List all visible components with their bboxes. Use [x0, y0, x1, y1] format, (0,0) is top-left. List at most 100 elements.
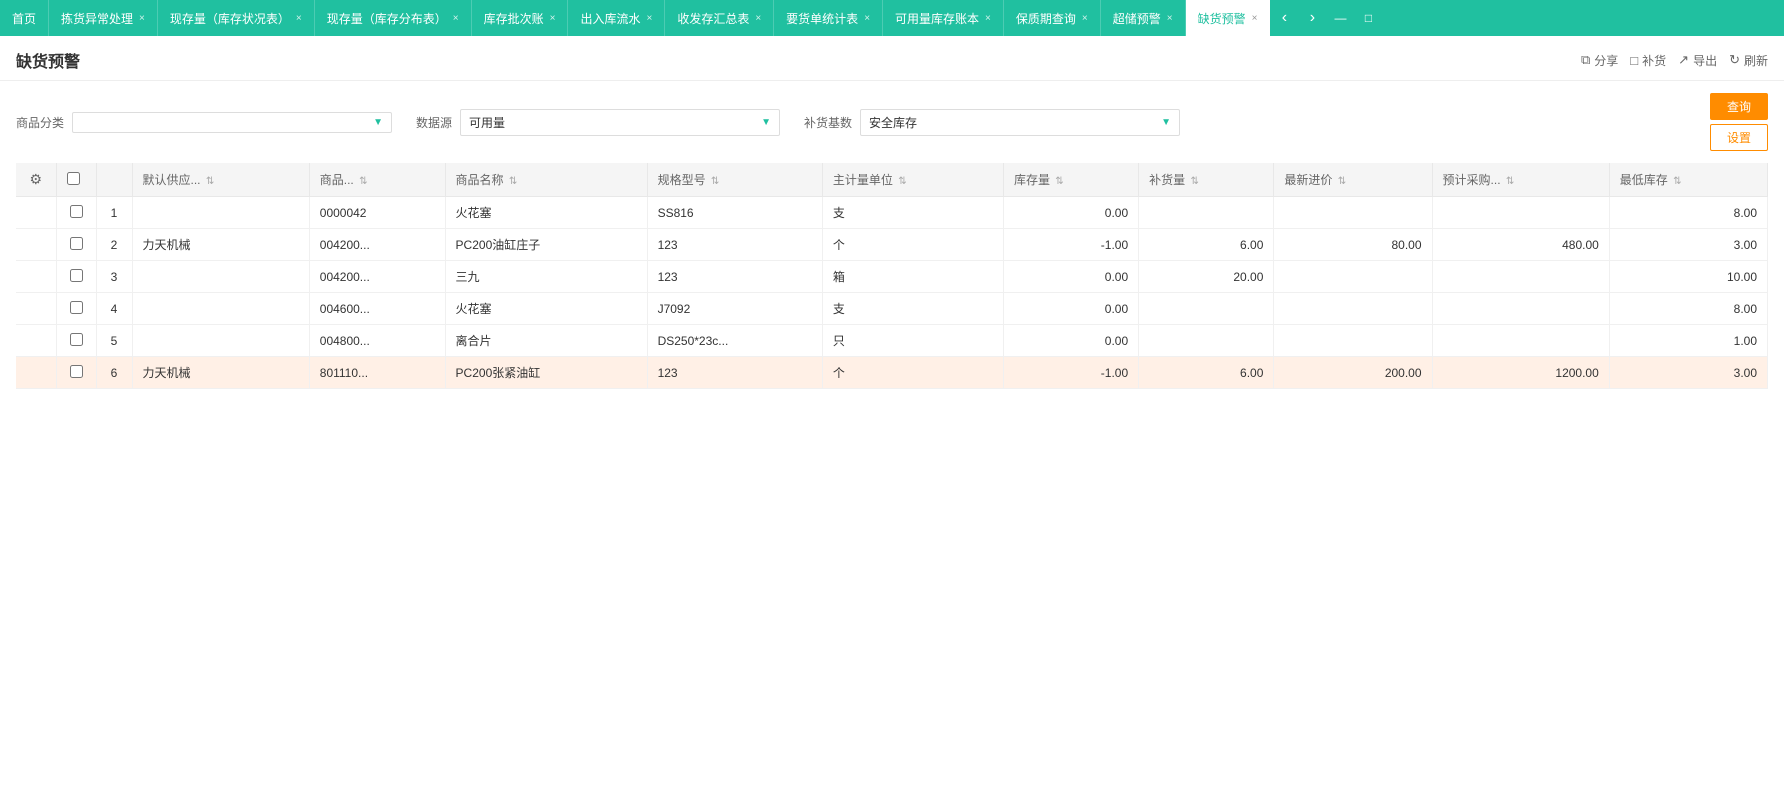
tab-shortage[interactable]: 缺货预警 ×	[1186, 0, 1271, 36]
row-check-1[interactable]	[56, 229, 96, 261]
row-checkbox-2[interactable]	[70, 269, 83, 282]
row-settings-5	[16, 357, 56, 389]
settings-button[interactable]: 设置	[1710, 124, 1768, 151]
row-supplier-0	[132, 197, 309, 229]
row-est-purchase-0	[1432, 197, 1609, 229]
row-latest-price-0	[1274, 197, 1432, 229]
row-name-0: 火花塞	[445, 197, 647, 229]
row-spec-5: 123	[647, 357, 822, 389]
tab-batch-account[interactable]: 库存批次账 ×	[472, 0, 569, 36]
row-unit-3: 支	[822, 293, 1003, 325]
name-sort-icon: ⇅	[509, 176, 517, 187]
close-exception-tab[interactable]: ×	[139, 13, 145, 24]
select-all-checkbox[interactable]	[67, 172, 80, 185]
close-batch-account-tab[interactable]: ×	[550, 13, 556, 24]
row-checkbox-5[interactable]	[70, 365, 83, 378]
row-stock-5: -1.00	[1003, 357, 1138, 389]
row-check-3[interactable]	[56, 293, 96, 325]
refresh-btn[interactable]: ↻ 刷新	[1729, 52, 1768, 69]
share-btn[interactable]: ⧉ 分享	[1581, 52, 1618, 69]
row-replenish-2: 20.00	[1139, 261, 1274, 293]
row-code-4: 004800...	[309, 325, 445, 357]
col-latest-price[interactable]: 最新进价 ⇅	[1274, 163, 1432, 197]
row-min-stock-4: 1.00	[1609, 325, 1767, 357]
tab-next-btn[interactable]: ›	[1298, 0, 1326, 36]
row-checkbox-4[interactable]	[70, 333, 83, 346]
tab-receive-summary[interactable]: 收发存汇总表 ×	[665, 0, 774, 36]
close-shortage-tab[interactable]: ×	[1252, 13, 1258, 24]
row-check-0[interactable]	[56, 197, 96, 229]
replenish-base-select[interactable]: 安全库存 ▼	[860, 109, 1180, 136]
row-replenish-3	[1139, 293, 1274, 325]
row-code-2: 004200...	[309, 261, 445, 293]
close-inventory-dist-tab[interactable]: ×	[453, 13, 459, 24]
query-button[interactable]: 查询	[1710, 93, 1768, 120]
datasource-select[interactable]: 可用量 ▼	[460, 109, 780, 136]
row-num-0: 1	[96, 197, 132, 229]
latest-price-sort-icon: ⇅	[1338, 176, 1346, 187]
datasource-arrow-icon: ▼	[761, 117, 771, 128]
window-minimize-btn[interactable]: —	[1326, 0, 1354, 36]
close-receive-summary-tab[interactable]: ×	[755, 13, 761, 24]
tab-inventory-status[interactable]: 现存量（库存状况表） ×	[158, 0, 315, 36]
row-supplier-4	[132, 325, 309, 357]
close-available-ledger-tab[interactable]: ×	[985, 13, 991, 24]
refresh-icon: ↻	[1729, 52, 1740, 68]
row-code-0: 0000042	[309, 197, 445, 229]
row-check-4[interactable]	[56, 325, 96, 357]
col-replenish[interactable]: 补货量 ⇅	[1139, 163, 1274, 197]
tab-requisition-stats[interactable]: 要货单统计表 ×	[774, 0, 883, 36]
gear-icon[interactable]: ⚙	[29, 171, 42, 188]
tab-home[interactable]: 首页	[0, 0, 49, 36]
row-est-purchase-3	[1432, 293, 1609, 325]
row-min-stock-2: 10.00	[1609, 261, 1767, 293]
row-checkbox-3[interactable]	[70, 301, 83, 314]
tab-available-ledger[interactable]: 可用量库存账本 ×	[883, 0, 1004, 36]
row-stock-3: 0.00	[1003, 293, 1138, 325]
col-spec[interactable]: 规格型号 ⇅	[647, 163, 822, 197]
row-checkbox-1[interactable]	[70, 237, 83, 250]
row-num-3: 4	[96, 293, 132, 325]
replenish-btn[interactable]: □ 补货	[1630, 52, 1666, 69]
export-btn[interactable]: ↗ 导出	[1678, 52, 1717, 69]
table-row: 6 力天机械 801110... PC200张紧油缸 123 个 -1.00 6…	[16, 357, 1768, 389]
close-expiry-query-tab[interactable]: ×	[1082, 13, 1088, 24]
col-est-purchase[interactable]: 预计采购... ⇅	[1432, 163, 1609, 197]
tab-exception[interactable]: 拣货异常处理 ×	[49, 0, 158, 36]
col-code[interactable]: 商品... ⇅	[309, 163, 445, 197]
page-title: 缺货预警	[16, 48, 80, 72]
row-supplier-1: 力天机械	[132, 229, 309, 261]
col-settings[interactable]: ⚙	[16, 163, 56, 197]
window-maximize-btn[interactable]: □	[1354, 0, 1382, 36]
row-code-5: 801110...	[309, 357, 445, 389]
col-name[interactable]: 商品名称 ⇅	[445, 163, 647, 197]
tab-prev-btn[interactable]: ‹	[1270, 0, 1298, 36]
tab-overstock[interactable]: 超储预警 ×	[1101, 0, 1186, 36]
table-row: 3 004200... 三九 123 箱 0.00 20.00 10.00	[16, 261, 1768, 293]
tab-inventory-dist[interactable]: 现存量（库存分布表） ×	[315, 0, 472, 36]
col-min-stock[interactable]: 最低库存 ⇅	[1609, 163, 1767, 197]
row-checkbox-0[interactable]	[70, 205, 83, 218]
col-supplier[interactable]: 默认供应... ⇅	[132, 163, 309, 197]
table-row: 2 力天机械 004200... PC200油缸庄子 123 个 -1.00 6…	[16, 229, 1768, 261]
category-filter-group: 商品分类 ▼	[16, 112, 392, 133]
row-check-2[interactable]	[56, 261, 96, 293]
col-check[interactable]	[56, 163, 96, 197]
row-check-5[interactable]	[56, 357, 96, 389]
close-requisition-stats-tab[interactable]: ×	[864, 13, 870, 24]
close-inventory-status-tab[interactable]: ×	[296, 13, 302, 24]
table-row: 5 004800... 离合片 DS250*23c... 只 0.00 1.00	[16, 325, 1768, 357]
row-spec-1: 123	[647, 229, 822, 261]
col-stock[interactable]: 库存量 ⇅	[1003, 163, 1138, 197]
category-select[interactable]: ▼	[72, 112, 392, 133]
tab-inout-flow[interactable]: 出入库流水 ×	[568, 0, 665, 36]
tab-expiry-query[interactable]: 保质期查询 ×	[1004, 0, 1101, 36]
close-overstock-tab[interactable]: ×	[1167, 13, 1173, 24]
table-row: 4 004600... 火花塞 J7092 支 0.00 8.00	[16, 293, 1768, 325]
row-latest-price-5: 200.00	[1274, 357, 1432, 389]
row-unit-1: 个	[822, 229, 1003, 261]
col-unit[interactable]: 主计量单位 ⇅	[822, 163, 1003, 197]
row-min-stock-0: 8.00	[1609, 197, 1767, 229]
row-unit-2: 箱	[822, 261, 1003, 293]
close-inout-flow-tab[interactable]: ×	[646, 13, 652, 24]
